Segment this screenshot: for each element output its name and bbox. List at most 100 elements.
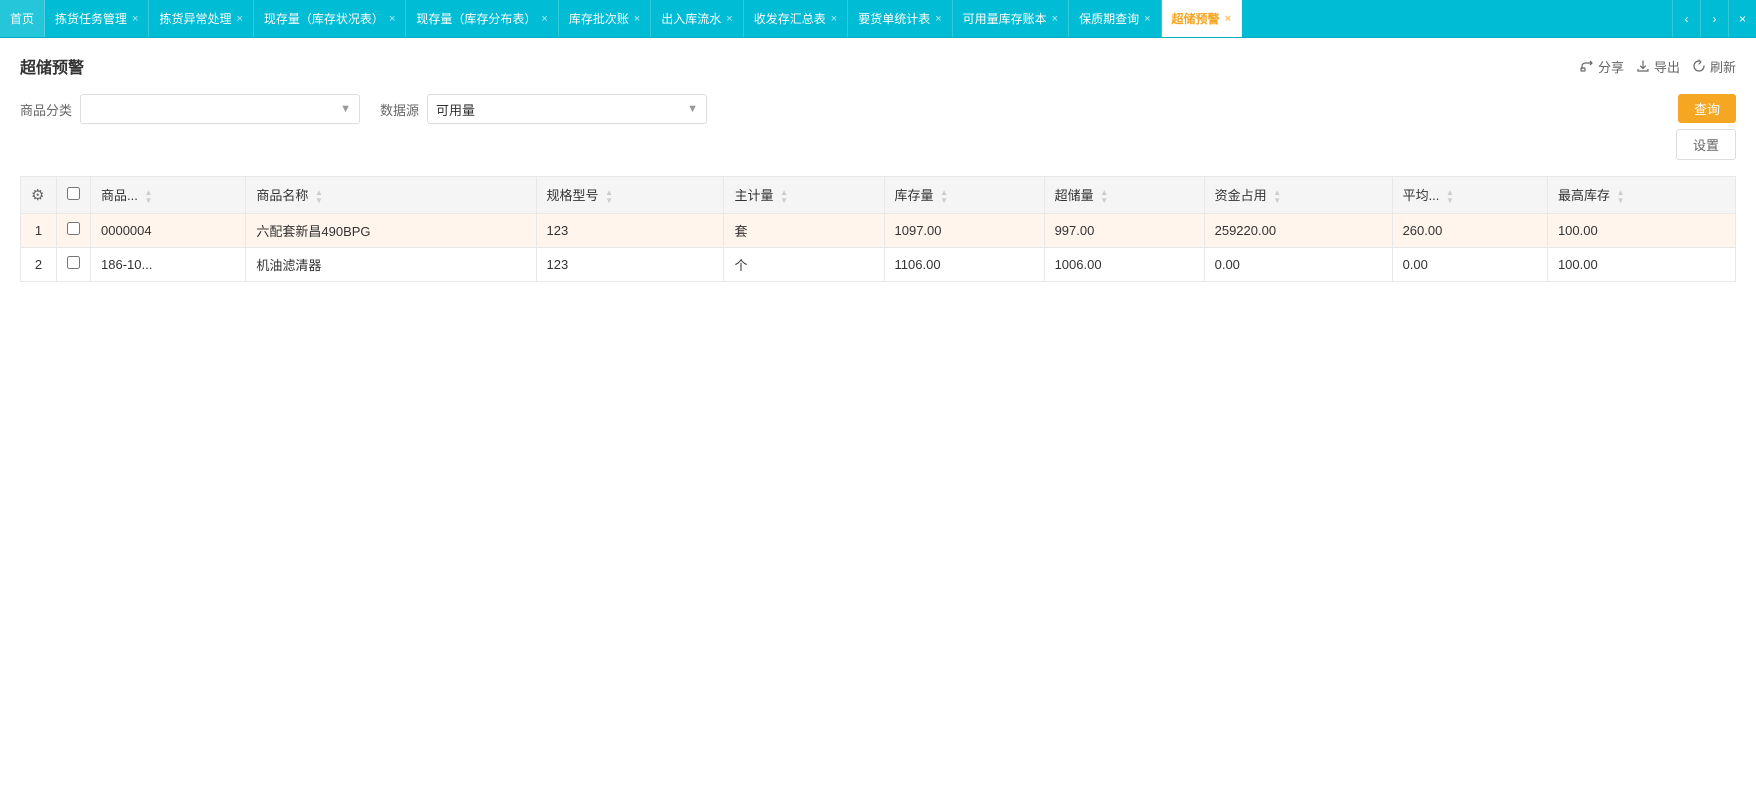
share-icon bbox=[1580, 59, 1594, 73]
row-stock: 1097.00 bbox=[884, 213, 1044, 247]
sort-icon: ▲▼ bbox=[940, 189, 948, 205]
nav-home[interactable]: 首页 bbox=[0, 0, 45, 37]
chevron-down-icon: ▼ bbox=[340, 103, 351, 115]
sort-icon: ▲▼ bbox=[605, 189, 613, 205]
nav-arrow-right[interactable]: › bbox=[1700, 0, 1728, 37]
row-max-stock: 100.00 bbox=[1547, 247, 1735, 281]
col-header-overstock[interactable]: 超储量 ▲▼ bbox=[1044, 177, 1204, 214]
col-header-product-code[interactable]: 商品... ▲▼ bbox=[91, 177, 246, 214]
row-product-name: 机油滤清器 bbox=[246, 247, 536, 281]
row-capital: 0.00 bbox=[1204, 247, 1392, 281]
col-header-checkbox bbox=[57, 177, 91, 214]
col-header-capital[interactable]: 资金占用 ▲▼ bbox=[1204, 177, 1392, 214]
nav-overstock-warning[interactable]: 超储预警 × bbox=[1162, 0, 1242, 37]
col-header-stock[interactable]: 库存量 ▲▼ bbox=[884, 177, 1044, 214]
sort-icon: ▲▼ bbox=[1100, 189, 1108, 205]
nav-exception-handling[interactable]: 拣货异常处理 × bbox=[149, 0, 253, 37]
nav-arrows: ‹ › × bbox=[1672, 0, 1756, 37]
row-num: 2 bbox=[21, 247, 57, 281]
query-button[interactable]: 查询 bbox=[1678, 94, 1736, 123]
table-row: 1 0000004 六配套新昌490BPG 123 套 1097.00 997.… bbox=[21, 213, 1736, 247]
close-icon[interactable]: × bbox=[1144, 13, 1150, 25]
nav-inventory-distribution[interactable]: 现存量（库存分布表） × bbox=[406, 0, 558, 37]
gear-icon[interactable]: ⚙ bbox=[31, 187, 44, 204]
share-button[interactable]: 分享 bbox=[1580, 57, 1624, 76]
filter-buttons: 查询 设置 bbox=[1676, 94, 1736, 160]
row-spec: 123 bbox=[536, 247, 724, 281]
table-header: ⚙ 商品... ▲▼ 商品名称 ▲▼ 规格型号 ▲▼ 主计 bbox=[21, 177, 1736, 214]
close-icon[interactable]: × bbox=[541, 13, 547, 25]
datasource-filter: 数据源 可用量 ▼ bbox=[380, 94, 707, 124]
row-num: 1 bbox=[21, 213, 57, 247]
chevron-down-icon: ▼ bbox=[687, 103, 698, 115]
datasource-label: 数据源 bbox=[380, 100, 419, 119]
header-actions: 分享 导出 刷新 bbox=[1580, 57, 1736, 76]
table-row: 2 186-10... 机油滤清器 123 个 1106.00 1006.00 … bbox=[21, 247, 1736, 281]
close-icon[interactable]: × bbox=[831, 13, 837, 25]
export-icon bbox=[1636, 59, 1650, 73]
export-button[interactable]: 导出 bbox=[1636, 57, 1680, 76]
row-stock: 1106.00 bbox=[884, 247, 1044, 281]
refresh-icon bbox=[1692, 59, 1706, 73]
col-header-unit[interactable]: 主计量 ▲▼ bbox=[724, 177, 884, 214]
table-body: 1 0000004 六配套新昌490BPG 123 套 1097.00 997.… bbox=[21, 213, 1736, 281]
page-content: 超储预警 分享 导出 bbox=[0, 38, 1756, 800]
row-product-code: 186-10... bbox=[91, 247, 246, 281]
sort-icon: ▲▼ bbox=[1446, 189, 1454, 205]
row-product-code: 0000004 bbox=[91, 213, 246, 247]
close-icon[interactable]: × bbox=[726, 13, 732, 25]
nav-demand-stats[interactable]: 要货单统计表 × bbox=[848, 0, 952, 37]
sort-icon: ▲▼ bbox=[1273, 189, 1281, 205]
close-icon[interactable]: × bbox=[236, 13, 242, 25]
row-overstock: 997.00 bbox=[1044, 213, 1204, 247]
sort-icon: ▲▼ bbox=[315, 189, 323, 205]
close-icon[interactable]: × bbox=[132, 13, 138, 25]
col-header-spec[interactable]: 规格型号 ▲▼ bbox=[536, 177, 724, 214]
nav-receipt-summary[interactable]: 收发存汇总表 × bbox=[744, 0, 848, 37]
row-overstock: 1006.00 bbox=[1044, 247, 1204, 281]
nav-batch-account[interactable]: 库存批次账 × bbox=[559, 0, 651, 37]
nav-shelf-life[interactable]: 保质期查询 × bbox=[1069, 0, 1161, 37]
top-navigation: 首页 拣货任务管理 × 拣货异常处理 × 现存量（库存状况表） × 现存量（库存… bbox=[0, 0, 1756, 38]
close-icon[interactable]: × bbox=[389, 13, 395, 25]
close-icon[interactable]: × bbox=[935, 13, 941, 25]
category-select[interactable]: ▼ bbox=[80, 94, 360, 124]
row-avg: 260.00 bbox=[1392, 213, 1547, 247]
nav-arrow-close[interactable]: × bbox=[1728, 0, 1756, 37]
data-table: ⚙ 商品... ▲▼ 商品名称 ▲▼ 规格型号 ▲▼ 主计 bbox=[20, 176, 1736, 282]
close-icon[interactable]: × bbox=[1052, 13, 1058, 25]
col-header-gear: ⚙ bbox=[21, 177, 57, 214]
row-capital: 259220.00 bbox=[1204, 213, 1392, 247]
row-product-name: 六配套新昌490BPG bbox=[246, 213, 536, 247]
category-filter: 商品分类 ▼ bbox=[20, 94, 360, 124]
row-avg: 0.00 bbox=[1392, 247, 1547, 281]
select-all-checkbox[interactable] bbox=[67, 187, 80, 200]
nav-task-management[interactable]: 拣货任务管理 × bbox=[45, 0, 149, 37]
datasource-value: 可用量 bbox=[436, 100, 475, 119]
filter-row: 商品分类 ▼ 数据源 可用量 ▼ 查询 设置 bbox=[20, 94, 1736, 160]
row-checkbox-cell bbox=[57, 213, 91, 247]
col-header-product-name[interactable]: 商品名称 ▲▼ bbox=[246, 177, 536, 214]
sort-icon: ▲▼ bbox=[144, 189, 152, 205]
filter-fields: 商品分类 ▼ 数据源 可用量 ▼ bbox=[20, 94, 1656, 124]
close-icon[interactable]: × bbox=[1225, 13, 1231, 25]
row-checkbox-cell bbox=[57, 247, 91, 281]
close-icon[interactable]: × bbox=[634, 13, 640, 25]
row-spec: 123 bbox=[536, 213, 724, 247]
sort-icon: ▲▼ bbox=[1617, 189, 1625, 205]
settings-button[interactable]: 设置 bbox=[1676, 129, 1736, 160]
row-checkbox[interactable] bbox=[67, 222, 80, 235]
refresh-button[interactable]: 刷新 bbox=[1692, 57, 1736, 76]
row-max-stock: 100.00 bbox=[1547, 213, 1735, 247]
nav-inventory-status[interactable]: 现存量（库存状况表） × bbox=[254, 0, 406, 37]
sort-icon: ▲▼ bbox=[780, 189, 788, 205]
category-label: 商品分类 bbox=[20, 100, 72, 119]
nav-available-account[interactable]: 可用量库存账本 × bbox=[953, 0, 1069, 37]
nav-inout-flow[interactable]: 出入库流水 × bbox=[651, 0, 743, 37]
nav-arrow-left[interactable]: ‹ bbox=[1672, 0, 1700, 37]
page-title: 超储预警 bbox=[20, 54, 84, 78]
col-header-avg[interactable]: 平均... ▲▼ bbox=[1392, 177, 1547, 214]
col-header-max-stock[interactable]: 最高库存 ▲▼ bbox=[1547, 177, 1735, 214]
row-checkbox[interactable] bbox=[67, 256, 80, 269]
datasource-select[interactable]: 可用量 ▼ bbox=[427, 94, 707, 124]
